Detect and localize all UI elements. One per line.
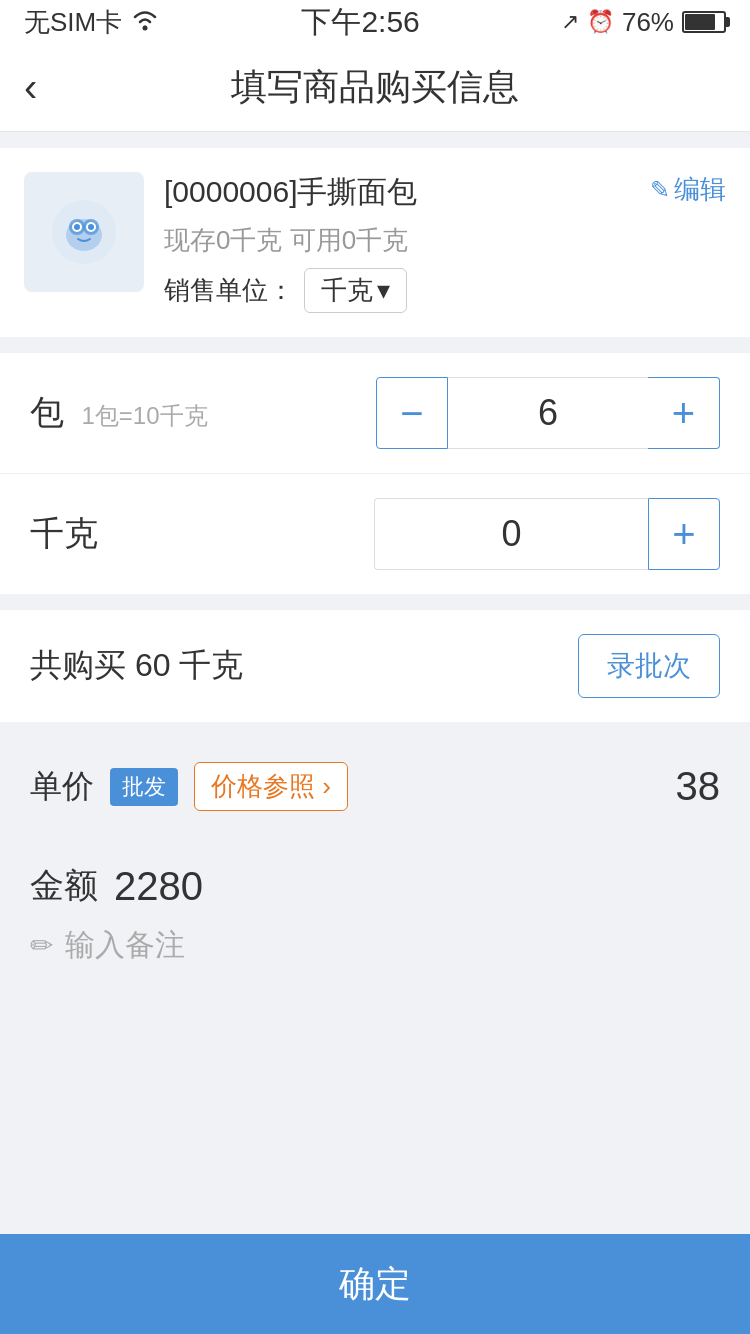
remark-placeholder: 输入备注 <box>65 925 185 966</box>
bao-hint: 1包=10千克 <box>81 402 207 429</box>
kg-row: 千克 + <box>0 474 750 594</box>
edit-button[interactable]: ✎ 编辑 <box>650 172 726 207</box>
unit-select[interactable]: 千克 ▾ <box>304 268 407 313</box>
summary-text: 共购买 60 千克 <box>30 644 243 688</box>
status-bar: 无SIM卡 下午2:56 ↗ ⏰ 76% <box>0 0 750 44</box>
quantity-section: 包 1包=10千克 − + 千克 + <box>0 353 750 594</box>
price-tag: 批发 <box>110 768 178 806</box>
price-value: 38 <box>676 764 721 809</box>
carrier-label: 无SIM卡 <box>24 5 122 40</box>
summary-row: 共购买 60 千克 录批次 <box>0 610 750 722</box>
bao-plus-button[interactable]: + <box>648 377 720 449</box>
price-section: 单价 批发 价格参照 › 38 <box>0 738 750 839</box>
edit-icon: ✎ <box>650 176 670 204</box>
amount-label: 金额 <box>30 863 98 909</box>
chevron-down-icon: ▾ <box>377 275 390 306</box>
location-icon: ↗ <box>561 9 579 35</box>
batch-button[interactable]: 录批次 <box>578 634 720 698</box>
bao-label: 包 1包=10千克 <box>30 390 376 436</box>
page-title: 填写商品购买信息 <box>231 63 519 112</box>
product-code-name: [0000006]手撕面包 <box>164 172 630 213</box>
product-thumbnail <box>24 172 144 292</box>
bao-row: 包 1包=10千克 − + <box>0 353 750 474</box>
kg-plus-button[interactable]: + <box>648 498 720 570</box>
amount-value: 2280 <box>114 864 203 909</box>
wifi-icon <box>130 7 160 38</box>
alarm-icon: ⏰ <box>587 9 614 35</box>
product-section: [0000006]手撕面包 现存0千克 可用0千克 销售单位： 千克 ▾ ✎ 编… <box>0 148 750 337</box>
kg-controls: + <box>374 498 720 570</box>
price-label: 单价 <box>30 765 94 809</box>
kg-input[interactable] <box>374 498 648 570</box>
status-bar-left: 无SIM卡 <box>24 5 160 40</box>
nav-bar: ‹ 填写商品购买信息 <box>0 44 750 132</box>
remark-row[interactable]: ✏ 输入备注 <box>30 925 720 990</box>
owl-logo <box>44 192 124 272</box>
time-label: 下午2:56 <box>301 2 419 43</box>
amount-section: 金额 2280 ✏ 输入备注 <box>0 839 750 990</box>
bao-minus-button[interactable]: − <box>376 377 448 449</box>
product-unit-row: 销售单位： 千克 ▾ <box>164 268 630 313</box>
product-stock: 现存0千克 可用0千克 <box>164 223 630 258</box>
price-row: 单价 批发 价格参照 › 38 <box>30 762 720 811</box>
back-button[interactable]: ‹ <box>24 65 37 110</box>
battery-icon <box>682 11 726 33</box>
remark-icon: ✏ <box>30 929 53 962</box>
svg-point-0 <box>143 25 148 30</box>
svg-point-8 <box>88 224 94 230</box>
price-ref-button[interactable]: 价格参照 › <box>194 762 348 811</box>
product-info: [0000006]手撕面包 现存0千克 可用0千克 销售单位： 千克 ▾ <box>164 172 630 313</box>
amount-row: 金额 2280 <box>30 863 720 909</box>
status-bar-right: ↗ ⏰ 76% <box>561 7 726 38</box>
svg-point-7 <box>74 224 80 230</box>
bao-input[interactable] <box>448 377 648 449</box>
battery-percent: 76% <box>622 7 674 38</box>
bao-controls: − + <box>376 377 720 449</box>
kg-label: 千克 <box>30 511 374 557</box>
confirm-button[interactable]: 确定 <box>0 1234 750 1334</box>
unit-label: 销售单位： <box>164 273 294 308</box>
product-right: ✎ 编辑 <box>650 172 726 207</box>
